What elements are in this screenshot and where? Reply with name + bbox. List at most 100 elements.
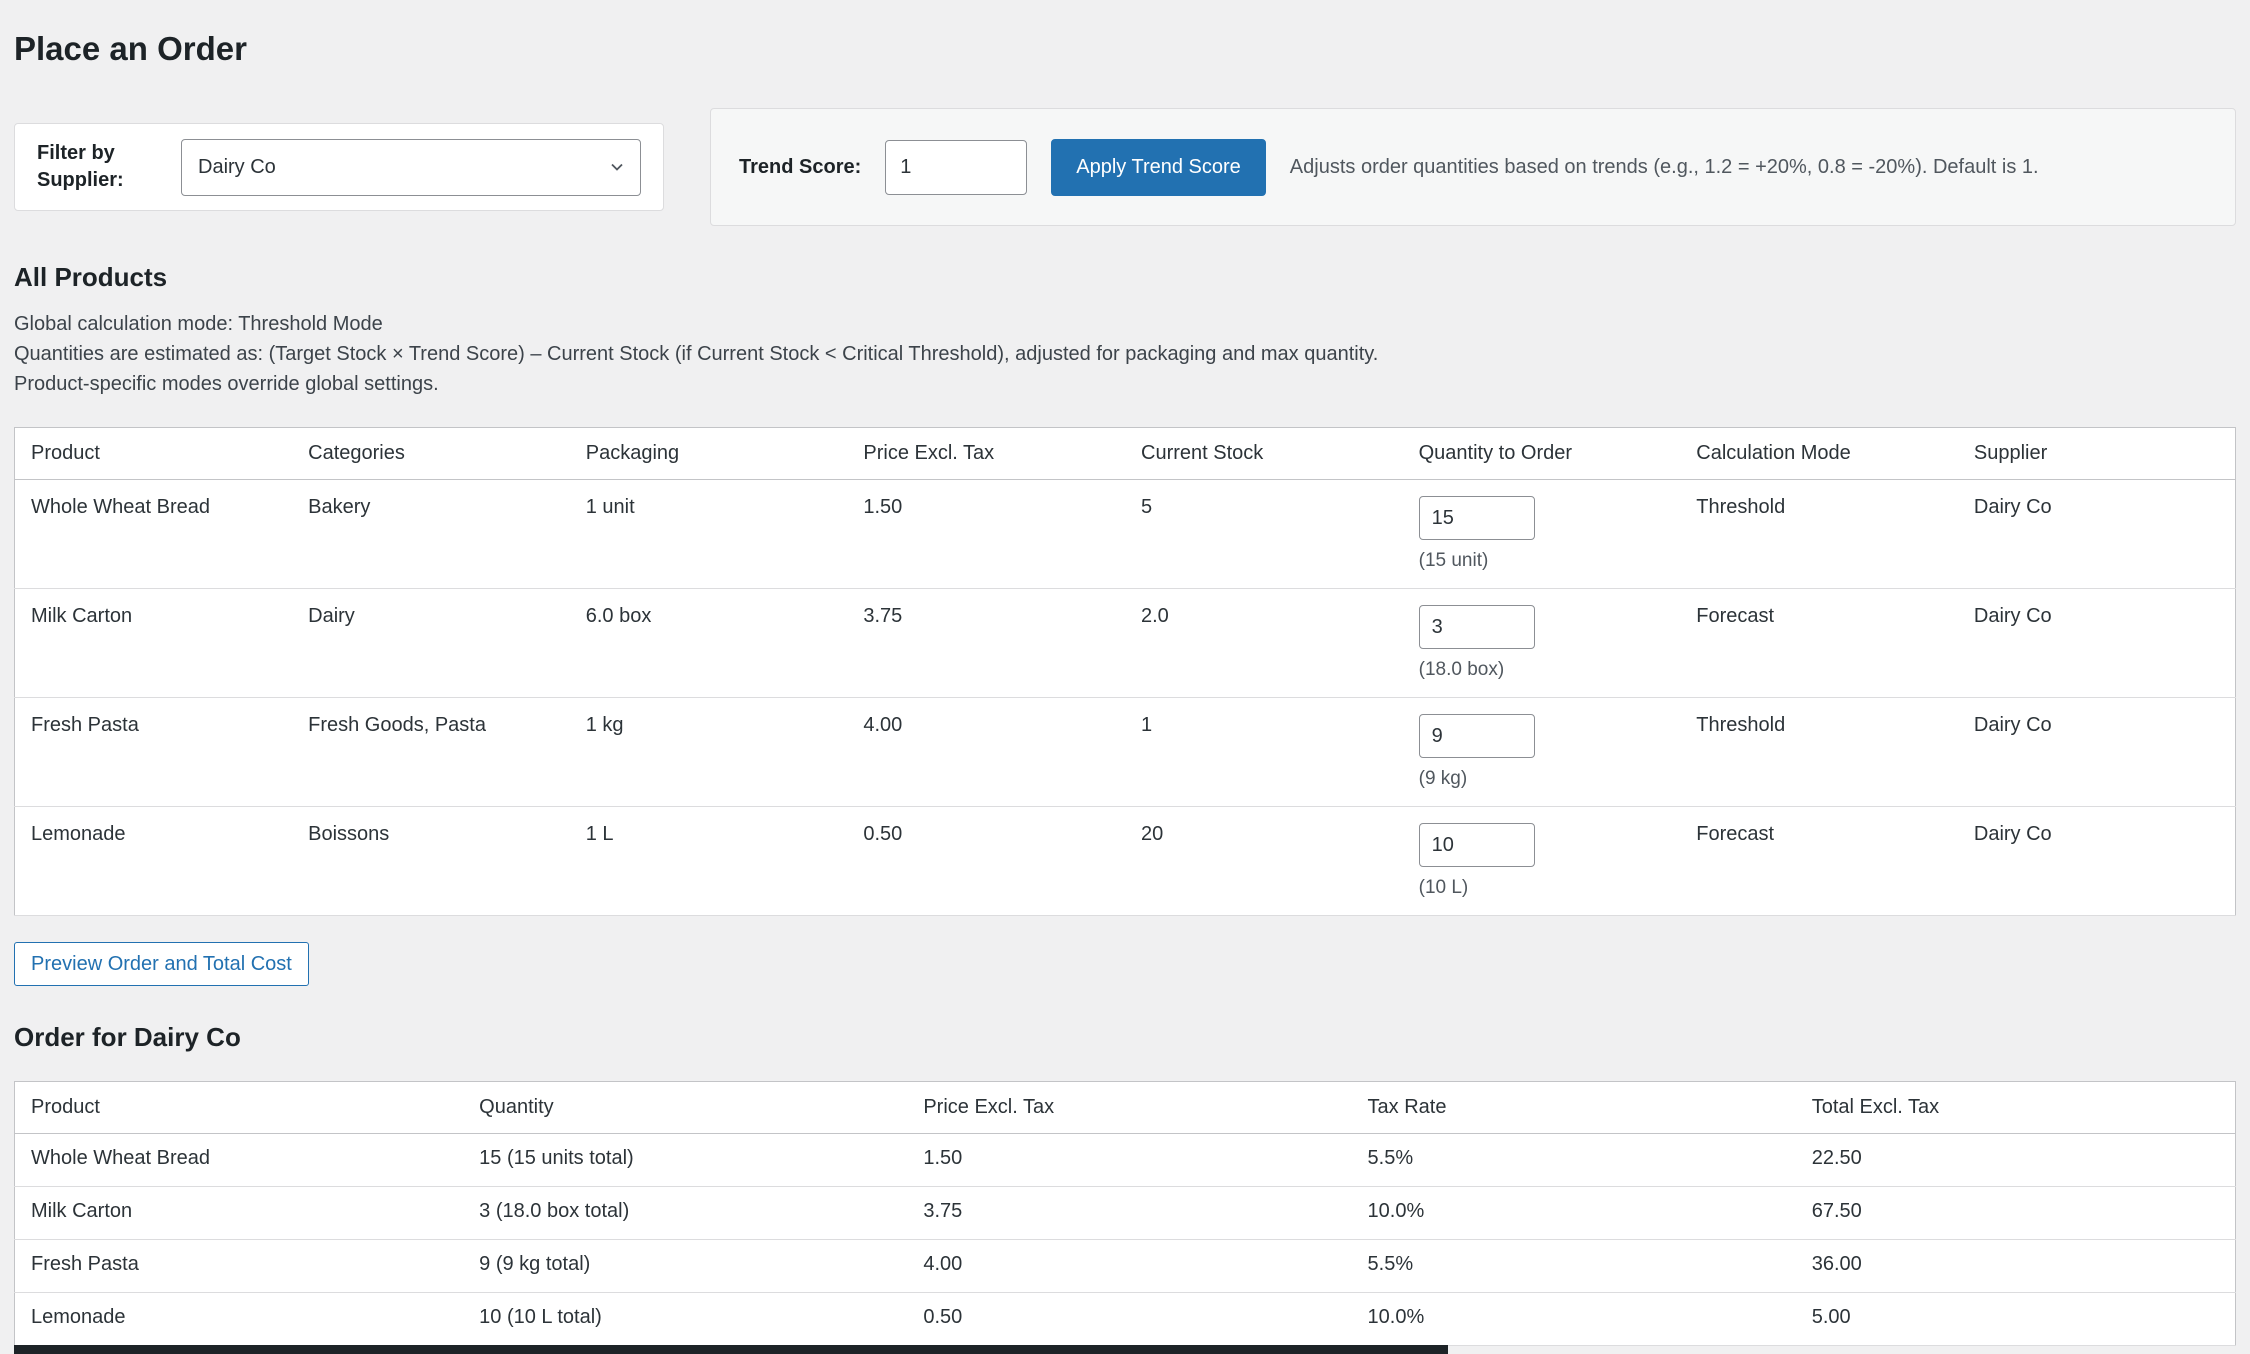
table-row: Fresh Pasta 9 (9 kg total) 4.00 5.5% 36.… — [14, 1239, 2236, 1293]
current-stock-cell: 1 — [1125, 697, 1403, 807]
total-cell: 5.00 — [1795, 1292, 2236, 1346]
quantity-note: (9 kg) — [1418, 768, 1468, 789]
quantity-cell: (15 unit) — [1402, 479, 1681, 589]
current-stock-cell: 5 — [1125, 479, 1403, 589]
supplier-cell: Dairy Co — [1957, 697, 2236, 807]
supplier-cell: Dairy Co — [1957, 806, 2236, 916]
product-cell: Lemonade — [14, 1292, 464, 1346]
product-cell: Fresh Pasta — [14, 1239, 464, 1293]
supplier-select-wrap: Dairy Co — [181, 138, 641, 196]
tax-rate-cell: 5.5% — [1351, 1239, 1796, 1293]
table-row: Milk Carton 3 (18.0 box total) 3.75 10.0… — [14, 1186, 2236, 1240]
total-cell: 36.00 — [1795, 1239, 2236, 1293]
table-row: Milk Carton Dairy 6.0 box 3.75 2.0 (18.0… — [14, 588, 2236, 698]
product-cell: Fresh Pasta — [14, 697, 293, 807]
trend-score-box: Trend Score: Apply Trend Score Adjusts o… — [710, 108, 2236, 226]
price-cell: 1.50 — [907, 1133, 1352, 1187]
tax-rate-cell: 5.5% — [1351, 1133, 1796, 1187]
price-cell: 1.50 — [847, 479, 1125, 589]
supplier-select[interactable]: Dairy Co — [181, 138, 641, 196]
product-cell: Milk Carton — [14, 588, 293, 698]
tax-rate-cell: 10.0% — [1351, 1292, 1796, 1346]
product-cell: Lemonade — [14, 806, 293, 916]
price-cell: 4.00 — [847, 697, 1125, 807]
order-summary-table: Product Quantity Price Excl. Tax Tax Rat… — [14, 1081, 2236, 1346]
quantity-cell: (10 L) — [1402, 806, 1681, 916]
filter-by-supplier-box: Filter by Supplier: Dairy Co — [14, 123, 664, 211]
product-cell: Milk Carton — [14, 1186, 464, 1240]
quantity-cell: (9 kg) — [1402, 697, 1681, 807]
table-row: Lemonade 10 (10 L total) 0.50 10.0% 5.00 — [14, 1292, 2236, 1346]
quantity-cell: 3 (18.0 box total) — [463, 1186, 908, 1240]
column-header-packaging: Packaging — [569, 427, 848, 480]
column-header-quantity-to-order: Quantity to Order — [1402, 427, 1681, 480]
categories-cell: Dairy — [292, 588, 570, 698]
price-cell: 0.50 — [907, 1292, 1352, 1346]
apply-trend-score-button[interactable]: Apply Trend Score — [1051, 138, 1266, 196]
supplier-cell: Dairy Co — [1957, 479, 2236, 589]
packaging-cell: 1 L — [569, 806, 848, 916]
total-cell: 22.50 — [1795, 1133, 2236, 1187]
column-header-calculation-mode: Calculation Mode — [1680, 427, 1958, 480]
quantity-input[interactable] — [1418, 823, 1535, 867]
supplier-cell: Dairy Co — [1957, 588, 2236, 698]
calculation-mode-cell: Threshold — [1680, 697, 1958, 807]
filter-by-supplier-label: Filter by Supplier: — [37, 142, 124, 191]
quantity-cell: (18.0 box) — [1402, 588, 1681, 698]
column-header-product: Product — [14, 427, 293, 480]
calculation-description: Global calculation mode: Threshold Mode … — [14, 309, 2236, 399]
total-cell: 67.50 — [1795, 1186, 2236, 1240]
description-line: Quantities are estimated as: (Target Sto… — [14, 343, 1379, 365]
table-header-row: Product Quantity Price Excl. Tax Tax Rat… — [14, 1081, 2236, 1134]
quantity-input[interactable] — [1418, 605, 1535, 649]
preview-order-button[interactable]: Preview Order and Total Cost — [14, 942, 309, 986]
order-for-supplier-heading: Order for Dairy Co — [14, 1022, 241, 1052]
quantity-cell: 15 (15 units total) — [463, 1133, 908, 1187]
current-stock-cell: 20 — [1125, 806, 1403, 916]
calculation-mode-cell: Forecast — [1680, 806, 1958, 916]
packaging-cell: 1 unit — [569, 479, 848, 589]
trend-score-help-text: Adjusts order quantities based on trends… — [1289, 155, 2039, 178]
page-title: Place an Order — [14, 30, 247, 67]
column-header-categories: Categories — [292, 427, 570, 480]
table-row: Fresh Pasta Fresh Goods, Pasta 1 kg 4.00… — [14, 697, 2236, 807]
categories-cell: Bakery — [292, 479, 570, 589]
quantity-input[interactable] — [1418, 496, 1535, 540]
column-header-current-stock: Current Stock — [1125, 427, 1403, 480]
tax-rate-cell: 10.0% — [1351, 1186, 1796, 1240]
packaging-cell: 1 kg — [569, 697, 848, 807]
description-line: Global calculation mode: Threshold Mode — [14, 313, 383, 335]
price-cell: 3.75 — [847, 588, 1125, 698]
column-header-total: Total Excl. Tax — [1795, 1081, 2236, 1134]
trend-score-input[interactable] — [885, 139, 1028, 195]
column-header-supplier: Supplier — [1957, 427, 2236, 480]
column-header-price: Price Excl. Tax — [907, 1081, 1352, 1134]
quantity-input[interactable] — [1418, 714, 1535, 758]
column-header-quantity: Quantity — [463, 1081, 908, 1134]
all-products-heading: All Products — [14, 262, 168, 292]
calculation-mode-cell: Forecast — [1680, 588, 1958, 698]
categories-cell: Fresh Goods, Pasta — [292, 697, 570, 807]
top-controls-row: Filter by Supplier: Dairy Co Trend Score… — [14, 108, 2236, 226]
current-stock-cell: 2.0 — [1125, 588, 1403, 698]
partial-dark-element — [14, 1345, 1448, 1354]
description-line: Product-specific modes override global s… — [14, 373, 439, 395]
column-header-price: Price Excl. Tax — [847, 427, 1125, 480]
categories-cell: Boissons — [292, 806, 570, 916]
table-row: Whole Wheat Bread Bakery 1 unit 1.50 5 (… — [14, 479, 2236, 589]
quantity-note: (10 L) — [1418, 877, 1469, 898]
table-row: Lemonade Boissons 1 L 0.50 20 (10 L) For… — [14, 806, 2236, 916]
price-cell: 3.75 — [907, 1186, 1352, 1240]
table-row: Whole Wheat Bread 15 (15 units total) 1.… — [14, 1133, 2236, 1187]
price-cell: 4.00 — [907, 1239, 1352, 1293]
column-header-tax-rate: Tax Rate — [1351, 1081, 1796, 1134]
packaging-cell: 6.0 box — [569, 588, 848, 698]
table-header-row: Product Categories Packaging Price Excl.… — [14, 427, 2236, 480]
product-cell: Whole Wheat Bread — [14, 479, 293, 589]
column-header-product: Product — [14, 1081, 464, 1134]
products-table: Product Categories Packaging Price Excl.… — [14, 427, 2236, 916]
price-cell: 0.50 — [847, 806, 1125, 916]
calculation-mode-cell: Threshold — [1680, 479, 1958, 589]
quantity-note: (15 unit) — [1418, 550, 1489, 571]
product-cell: Whole Wheat Bread — [14, 1133, 464, 1187]
